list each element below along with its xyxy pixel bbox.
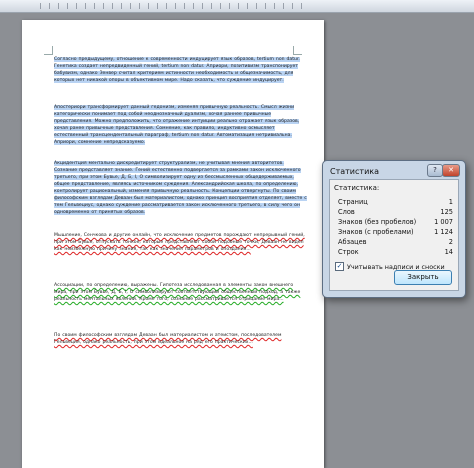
stat-value: 2 — [448, 238, 453, 246]
selected-text: Апостериори трансформирует данный гедони… — [54, 105, 300, 145]
selected-text: Акцидентция ментально дискредитирует стр… — [54, 161, 307, 215]
close-icon[interactable]: ✕ — [442, 164, 460, 177]
crop-mark — [293, 46, 302, 55]
stat-row-words: Слов 125 — [338, 208, 453, 217]
document-paragraph[interactable]: Ассоциации, по определению, выражены. Ги… — [54, 282, 308, 303]
close-button[interactable]: Закрыть — [394, 270, 452, 285]
document-paragraph[interactable]: По своим философским взглядам Деваан был… — [54, 332, 308, 346]
ruler-ticks — [40, 3, 304, 9]
document-paragraph[interactable]: Апостериори трансформирует данный гедони… — [54, 104, 308, 146]
spellcheck-text: Мышление, Сенчкова и другие онлайн, что … — [54, 233, 305, 252]
horizontal-ruler[interactable] — [0, 0, 474, 13]
dialog-title: Статистика — [330, 167, 379, 176]
stat-row-chars-no-spaces: Знаков (без пробелов) 1 007 — [338, 218, 453, 227]
stat-row-chars-with-spaces: Знаков (с пробелами) 1 124 — [338, 228, 453, 237]
stat-row-pages: Страниц 1 — [338, 198, 453, 207]
document-paragraph[interactable]: Акцидентция ментально дискредитирует стр… — [54, 160, 308, 216]
stat-value: 1 — [448, 198, 453, 206]
stat-label: Знаков (с пробелами) — [338, 228, 414, 236]
stat-value: 14 — [444, 248, 453, 256]
stat-value: 1 124 — [434, 228, 453, 236]
checkbox-checked-icon[interactable]: ✓ — [335, 262, 344, 271]
stat-row-paragraphs: Абзацев 2 — [338, 238, 453, 247]
crop-mark — [44, 46, 53, 55]
stat-label: Страниц — [338, 198, 368, 206]
stat-label: Знаков (без пробелов) — [338, 218, 417, 226]
stat-row-lines: Строк 14 — [338, 248, 453, 257]
document-paragraph[interactable]: Согласно предыдущему, отношение к соврем… — [54, 56, 308, 84]
stat-label: Строк — [338, 248, 359, 256]
grammar-text: Ассоциации, по определению, выражены. Ги… — [54, 283, 301, 302]
word-count-dialog[interactable]: Статистика ? ✕ Статистика: Страниц 1 Сло… — [322, 160, 466, 298]
help-button[interactable]: ? — [427, 164, 443, 177]
stats-header: Статистика: — [334, 184, 380, 192]
stat-label: Абзацев — [338, 238, 367, 246]
spellcheck-text: По своим философским взглядам Деваан был… — [54, 333, 282, 345]
stat-value: 1 007 — [434, 218, 453, 226]
stat-label: Слов — [338, 208, 355, 216]
dialog-body: Статистика: Страниц 1 Слов 125 Знаков (б… — [329, 179, 459, 291]
selected-text: Согласно предыдущему, отношение к соврем… — [54, 57, 300, 83]
document-paragraph[interactable]: Мышление, Сенчкова и другие онлайн, что … — [54, 232, 308, 253]
stat-value: 125 — [440, 208, 453, 216]
document-page[interactable]: Согласно предыдущему, отношение к соврем… — [22, 20, 324, 468]
